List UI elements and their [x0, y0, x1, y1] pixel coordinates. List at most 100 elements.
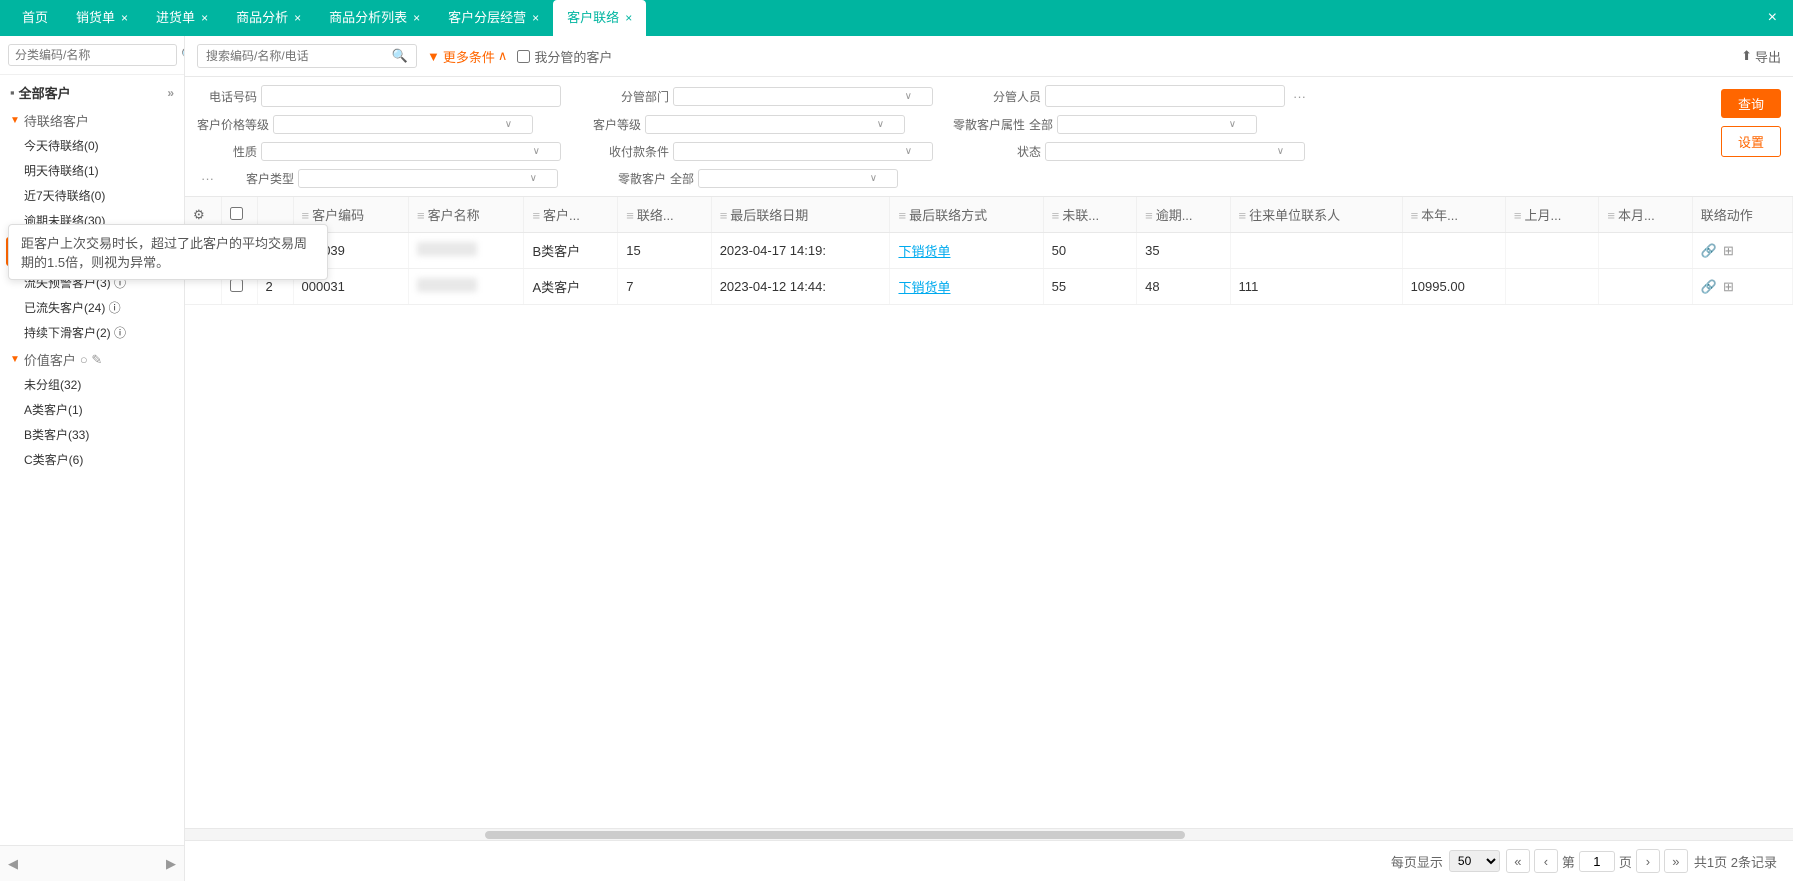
filter-status: 状态 ∨	[981, 142, 1305, 161]
sidebar-item-lost[interactable]: 已流失客户(24) ⓘ	[0, 295, 184, 320]
my-customers-check[interactable]	[517, 50, 530, 63]
last-page-btn[interactable]: »	[1664, 849, 1688, 873]
filter-phone: 电话号码	[197, 85, 561, 107]
prev-page-btn[interactable]: ‹	[1534, 849, 1558, 873]
search-box: 🔍	[197, 44, 417, 68]
sidebar-item-ungrouped[interactable]: 未分组(32)	[0, 372, 184, 397]
td-this-month	[1599, 233, 1692, 269]
th-contacts2[interactable]: ≡往来单位联系人	[1230, 197, 1402, 233]
filter-row-4: ··· 客户类型 ∨ 零散客户 全部	[197, 169, 1713, 188]
nav-close-customer-contact[interactable]: ×	[625, 0, 632, 36]
customer-table: ⚙ ≡客户编码 ≡客户名称 ≡客户... ≡联络... ≡最后联络日期 ≡最后联…	[185, 197, 1793, 305]
td-last-contact-method[interactable]: 下销货单	[890, 233, 1043, 269]
sidebar-item-a-class[interactable]: A类客户(1)	[0, 397, 184, 422]
td-this-year	[1402, 233, 1505, 269]
next-page-btn[interactable]: ›	[1636, 849, 1660, 873]
td-last-contact-date: 2023-04-17 14:19:	[711, 233, 890, 269]
filter-dept-select[interactable]: ∨	[673, 87, 933, 106]
nav-close-all[interactable]: ×	[1760, 9, 1785, 27]
td-contacts2: 111	[1230, 269, 1402, 305]
th-contacts[interactable]: ≡联络...	[618, 197, 711, 233]
chevron-down-icon-9: ∨	[870, 173, 877, 184]
toolbar-search-icon[interactable]: 🔍	[392, 48, 408, 64]
td-last-month	[1505, 269, 1598, 305]
nav-customer-contact[interactable]: 客户联络 ×	[553, 0, 646, 36]
bottom-scrollbar[interactable]	[185, 828, 1793, 840]
filter-retail-customer-select[interactable]: ∨	[698, 169, 898, 188]
filter-customer-level: 客户等级 ∨	[581, 115, 905, 134]
action-grid-icon[interactable]: ⊞	[1723, 243, 1734, 259]
nav-customer-segment[interactable]: 客户分层经营 ×	[434, 0, 553, 36]
table-row: 1 000039 B类客户 15 2023-04-17 14:19: 下销货单 …	[185, 233, 1793, 269]
filter-row-1: 电话号码 分管部门 ∨ 分管人员	[197, 85, 1713, 107]
nav-close-product-analysis[interactable]: ×	[294, 0, 301, 36]
filter-retail-attr-select[interactable]: ∨	[1057, 115, 1257, 134]
sidebar-fold-btn[interactable]: »	[167, 86, 174, 100]
nav-close-purchase[interactable]: ×	[201, 0, 208, 36]
action-link-icon[interactable]: 🔗	[1701, 279, 1717, 295]
nav-close-product-analysis-list[interactable]: ×	[413, 0, 420, 36]
filter-nature-select[interactable]: ∨	[261, 142, 561, 161]
sidebar-item-7days-pending[interactable]: 近7天待联络(0)	[0, 183, 184, 208]
th-this-year[interactable]: ≡本年...	[1402, 197, 1505, 233]
action-grid-icon[interactable]: ⊞	[1723, 279, 1734, 295]
edit-icon[interactable]: ○ ✎	[80, 352, 102, 368]
row-check[interactable]	[230, 279, 243, 292]
my-customers-checkbox[interactable]: 我分管的客户	[517, 47, 612, 66]
th-action: 联络动作	[1692, 197, 1792, 233]
more-filter-btn[interactable]: ▼ 更多条件 ∧	[427, 47, 507, 66]
sidebar-bottom-nav[interactable]: ◀ ▶	[0, 845, 184, 881]
nav-close-sales[interactable]: ×	[121, 0, 128, 36]
filter-price-level-select[interactable]: ∨	[273, 115, 533, 134]
search-input[interactable]	[206, 49, 392, 63]
nav-product-analysis-list[interactable]: 商品分析列表 ×	[315, 0, 434, 36]
page-input[interactable]	[1579, 851, 1615, 872]
th-type[interactable]: ≡客户...	[524, 197, 618, 233]
filter-status-select[interactable]: ∨	[1045, 142, 1305, 161]
nav-product-analysis[interactable]: 商品分析 ×	[222, 0, 315, 36]
action-link-icon[interactable]: 🔗	[1701, 243, 1717, 259]
filter-phone-input[interactable]	[261, 85, 561, 107]
filter-person-input[interactable]	[1045, 85, 1285, 107]
sidebar-item-declining[interactable]: 持续下滑客户(2) ⓘ	[0, 320, 184, 345]
first-page-btn[interactable]: «	[1506, 849, 1530, 873]
per-page-select[interactable]: 50 20 100	[1449, 850, 1500, 872]
nav-close-customer-segment[interactable]: ×	[532, 0, 539, 36]
sidebar-search-input[interactable]	[8, 44, 177, 66]
more-dots-icon[interactable]: ···	[201, 171, 214, 186]
nav-home[interactable]: 首页	[8, 0, 62, 36]
collapse-icon: ▪	[10, 85, 15, 100]
nav-sales-order[interactable]: 销货单 ×	[62, 0, 142, 36]
export-btn[interactable]: ⬆ 导出	[1741, 47, 1781, 66]
chevron-down-icon-7: ∨	[1277, 146, 1284, 157]
chevron-down-icon-4: ∨	[1229, 119, 1236, 130]
sidebar-group-value-customer[interactable]: ▼ 价值客户 ○ ✎	[0, 345, 184, 372]
th-this-month[interactable]: ≡本月...	[1599, 197, 1692, 233]
td-last-contact-method[interactable]: 下销货单	[890, 269, 1043, 305]
query-button[interactable]: 查询	[1721, 89, 1781, 118]
th-last-contact-method[interactable]: ≡最后联络方式	[890, 197, 1043, 233]
chevron-down-icon: ∨	[905, 91, 912, 102]
th-name[interactable]: ≡客户名称	[408, 197, 523, 233]
sidebar-item-today-pending[interactable]: 今天待联络(0)	[0, 133, 184, 158]
sidebar-item-b-class[interactable]: B类客户(33)	[0, 422, 184, 447]
th-uncontacted[interactable]: ≡未联...	[1043, 197, 1136, 233]
filter-payment-select[interactable]: ∨	[673, 142, 933, 161]
nav-purchase-order[interactable]: 进货单 ×	[142, 0, 222, 36]
td-name	[408, 269, 523, 305]
th-last-month[interactable]: ≡上月...	[1505, 197, 1598, 233]
td-type: B类客户	[524, 233, 618, 269]
sidebar-group-pending-contact[interactable]: ▼ 待联络客户	[0, 106, 184, 133]
filter-nature: 性质 ∨	[197, 142, 561, 161]
settings-button[interactable]: 设置	[1721, 126, 1781, 157]
filter-customer-type-select[interactable]: ∨	[298, 169, 558, 188]
page-label: 第	[1562, 852, 1575, 871]
filter-customer-level-select[interactable]: ∨	[645, 115, 905, 134]
check-all[interactable]	[230, 207, 243, 220]
sidebar-item-tomorrow-pending[interactable]: 明天待联络(1)	[0, 158, 184, 183]
td-this-year: 10995.00	[1402, 269, 1505, 305]
sidebar-item-c-class[interactable]: C类客户(6)	[0, 447, 184, 472]
filter-dots-icon[interactable]: ···	[1293, 89, 1306, 104]
th-overdue[interactable]: ≡逾期...	[1137, 197, 1230, 233]
th-last-contact-date[interactable]: ≡最后联络日期	[711, 197, 890, 233]
